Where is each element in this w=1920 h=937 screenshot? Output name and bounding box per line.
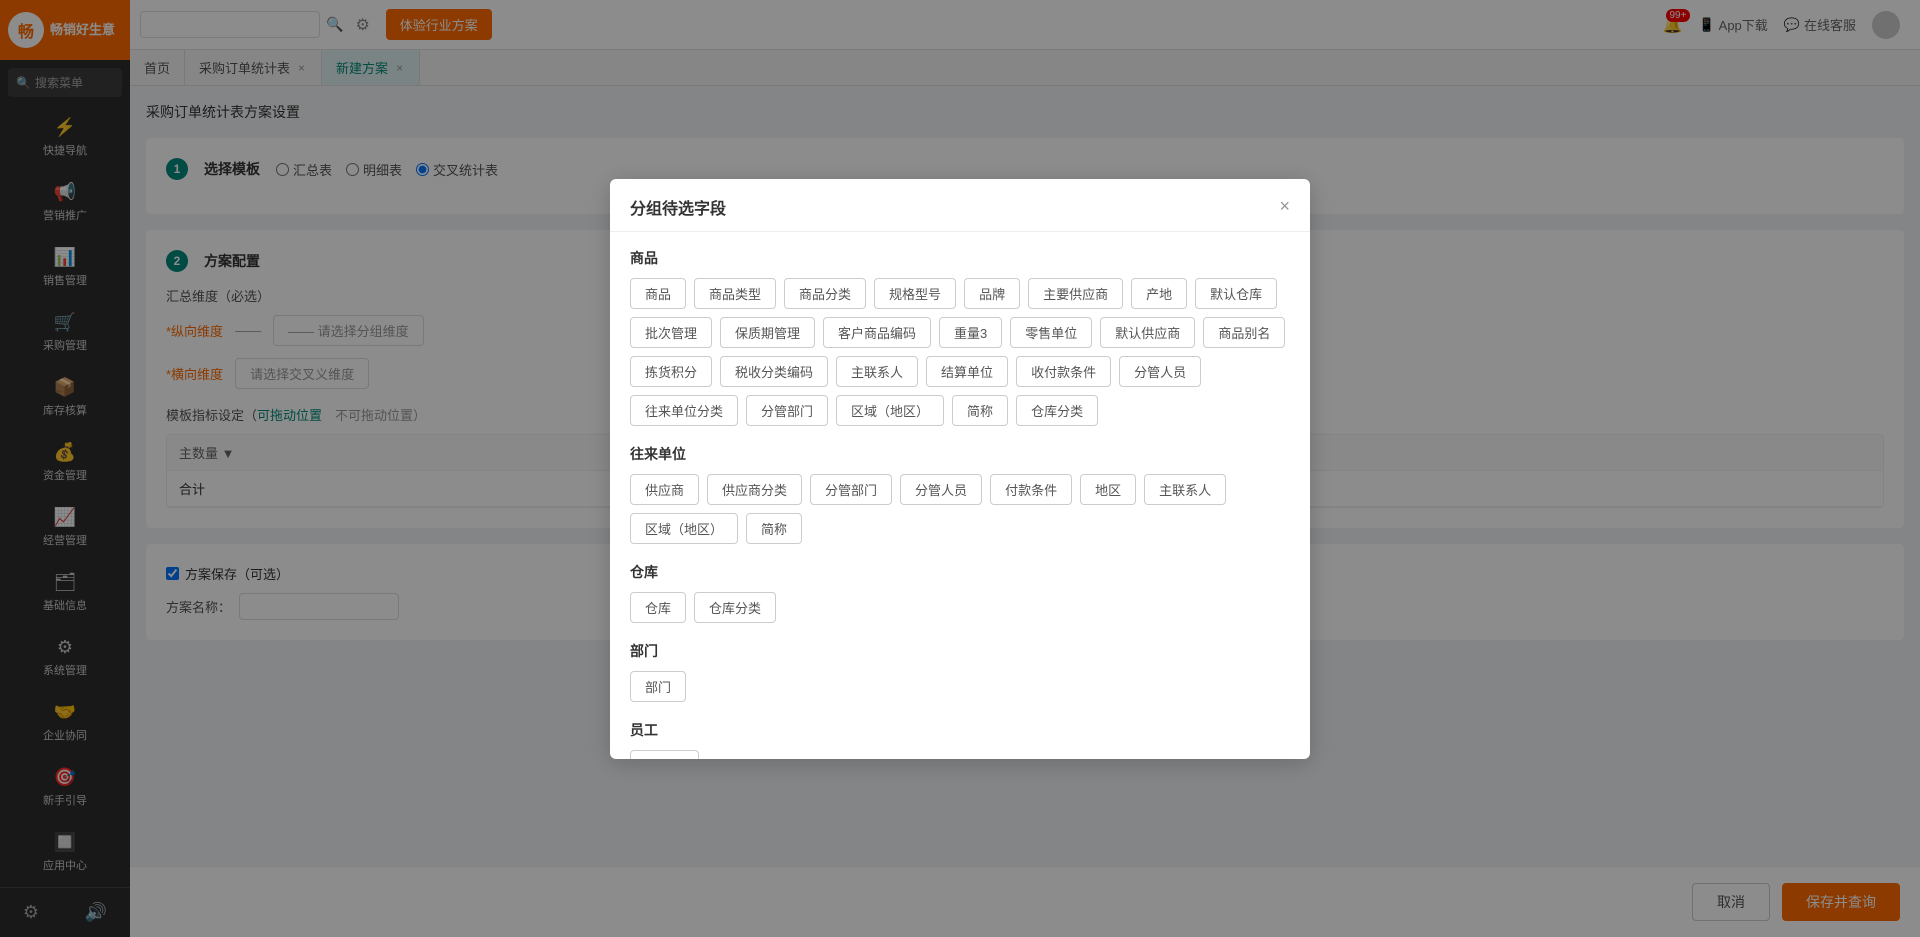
field-tags-warehouse: 仓库仓库分类 [630,592,1290,623]
field-tag-重量3[interactable]: 重量3 [939,317,1002,348]
field-tag-供应商分类[interactable]: 供应商分类 [707,474,802,505]
field-tag-分管人员[interactable]: 分管人员 [900,474,982,505]
field-tag-拣货积分[interactable]: 拣货积分 [630,356,712,387]
field-tags-partner: 供应商供应商分类分管部门分管人员付款条件地区主联系人区域（地区） 简称 [630,474,1290,544]
field-tag-区域（地区）[interactable]: 区域（地区） [630,513,738,544]
field-tag-主要供应商[interactable]: 主要供应商 [1028,278,1123,309]
section-title-product: 商品 [630,248,1290,268]
field-tag-简称[interactable]: 简称 [746,513,802,544]
field-tag-往来单位分类[interactable]: 往来单位分类 [630,395,738,426]
modal-close-button[interactable]: × [1279,196,1290,217]
field-tag-零售单位[interactable]: 零售单位 [1010,317,1092,348]
field-tag-品牌[interactable]: 品牌 [964,278,1020,309]
field-tag-分管人员[interactable]: 分管人员 [1119,356,1201,387]
modal-header: 分组待选字段 × [610,179,1310,232]
section-warehouse: 仓库仓库仓库分类 [630,562,1290,623]
field-tag-分管部门[interactable]: 分管部门 [746,395,828,426]
field-tag-仓库分类[interactable]: 仓库分类 [1016,395,1098,426]
field-tag-主联系人[interactable]: 主联系人 [836,356,918,387]
field-tag-商品类型[interactable]: 商品类型 [694,278,776,309]
field-tag-供应商[interactable]: 供应商 [630,474,699,505]
field-tag-默认供应商[interactable]: 默认供应商 [1100,317,1195,348]
section-partner: 往来单位供应商供应商分类分管部门分管人员付款条件地区主联系人区域（地区） 简称 [630,444,1290,544]
field-tag-商品分类[interactable]: 商品分类 [784,278,866,309]
field-tags-department: 部门 [630,671,1290,702]
field-tag-业务员[interactable]: 业务员 [630,750,699,759]
modal-overlay: 分组待选字段 × 商品商品商品类型商品分类规格型号品牌主要供应商产地默认仓库批次… [0,0,1920,937]
field-tag-保质期管理[interactable]: 保质期管理 [720,317,815,348]
field-tag-地区[interactable]: 地区 [1080,474,1136,505]
field-tags-product: 商品商品类型商品分类规格型号品牌主要供应商产地默认仓库批次管理保质期管理客户商品… [630,278,1290,426]
field-tag-规格型号[interactable]: 规格型号 [874,278,956,309]
section-department: 部门部门 [630,641,1290,702]
field-tag-仓库[interactable]: 仓库 [630,592,686,623]
section-title-warehouse: 仓库 [630,562,1290,582]
field-tag-仓库分类[interactable]: 仓库分类 [694,592,776,623]
field-tag-税收分类编码[interactable]: 税收分类编码 [720,356,828,387]
field-tags-employee: 业务员 [630,750,1290,759]
field-tag-客户商品编码[interactable]: 客户商品编码 [823,317,931,348]
section-title-employee: 员工 [630,720,1290,740]
field-tag-默认仓库[interactable]: 默认仓库 [1195,278,1277,309]
field-tag-批次管理[interactable]: 批次管理 [630,317,712,348]
field-tag-付款条件[interactable]: 付款条件 [990,474,1072,505]
modal-title: 分组待选字段 [630,195,726,219]
field-tag-结算单位[interactable]: 结算单位 [926,356,1008,387]
field-select-modal: 分组待选字段 × 商品商品商品类型商品分类规格型号品牌主要供应商产地默认仓库批次… [610,179,1310,759]
section-employee: 员工业务员 [630,720,1290,759]
field-tag-商品别名[interactable]: 商品别名 [1203,317,1285,348]
field-tag-主联系人[interactable]: 主联系人 [1144,474,1226,505]
field-tag-部门[interactable]: 部门 [630,671,686,702]
section-product: 商品商品商品类型商品分类规格型号品牌主要供应商产地默认仓库批次管理保质期管理客户… [630,248,1290,426]
field-tag-商品[interactable]: 商品 [630,278,686,309]
section-title-partner: 往来单位 [630,444,1290,464]
section-title-department: 部门 [630,641,1290,661]
modal-body: 商品商品商品类型商品分类规格型号品牌主要供应商产地默认仓库批次管理保质期管理客户… [610,232,1310,759]
field-tag-产地[interactable]: 产地 [1131,278,1187,309]
field-tag-分管部门[interactable]: 分管部门 [810,474,892,505]
field-tag-收付款条件[interactable]: 收付款条件 [1016,356,1111,387]
field-tag-区域（地区）[interactable]: 区域（地区） [836,395,944,426]
field-tag-简称[interactable]: 简称 [952,395,1008,426]
